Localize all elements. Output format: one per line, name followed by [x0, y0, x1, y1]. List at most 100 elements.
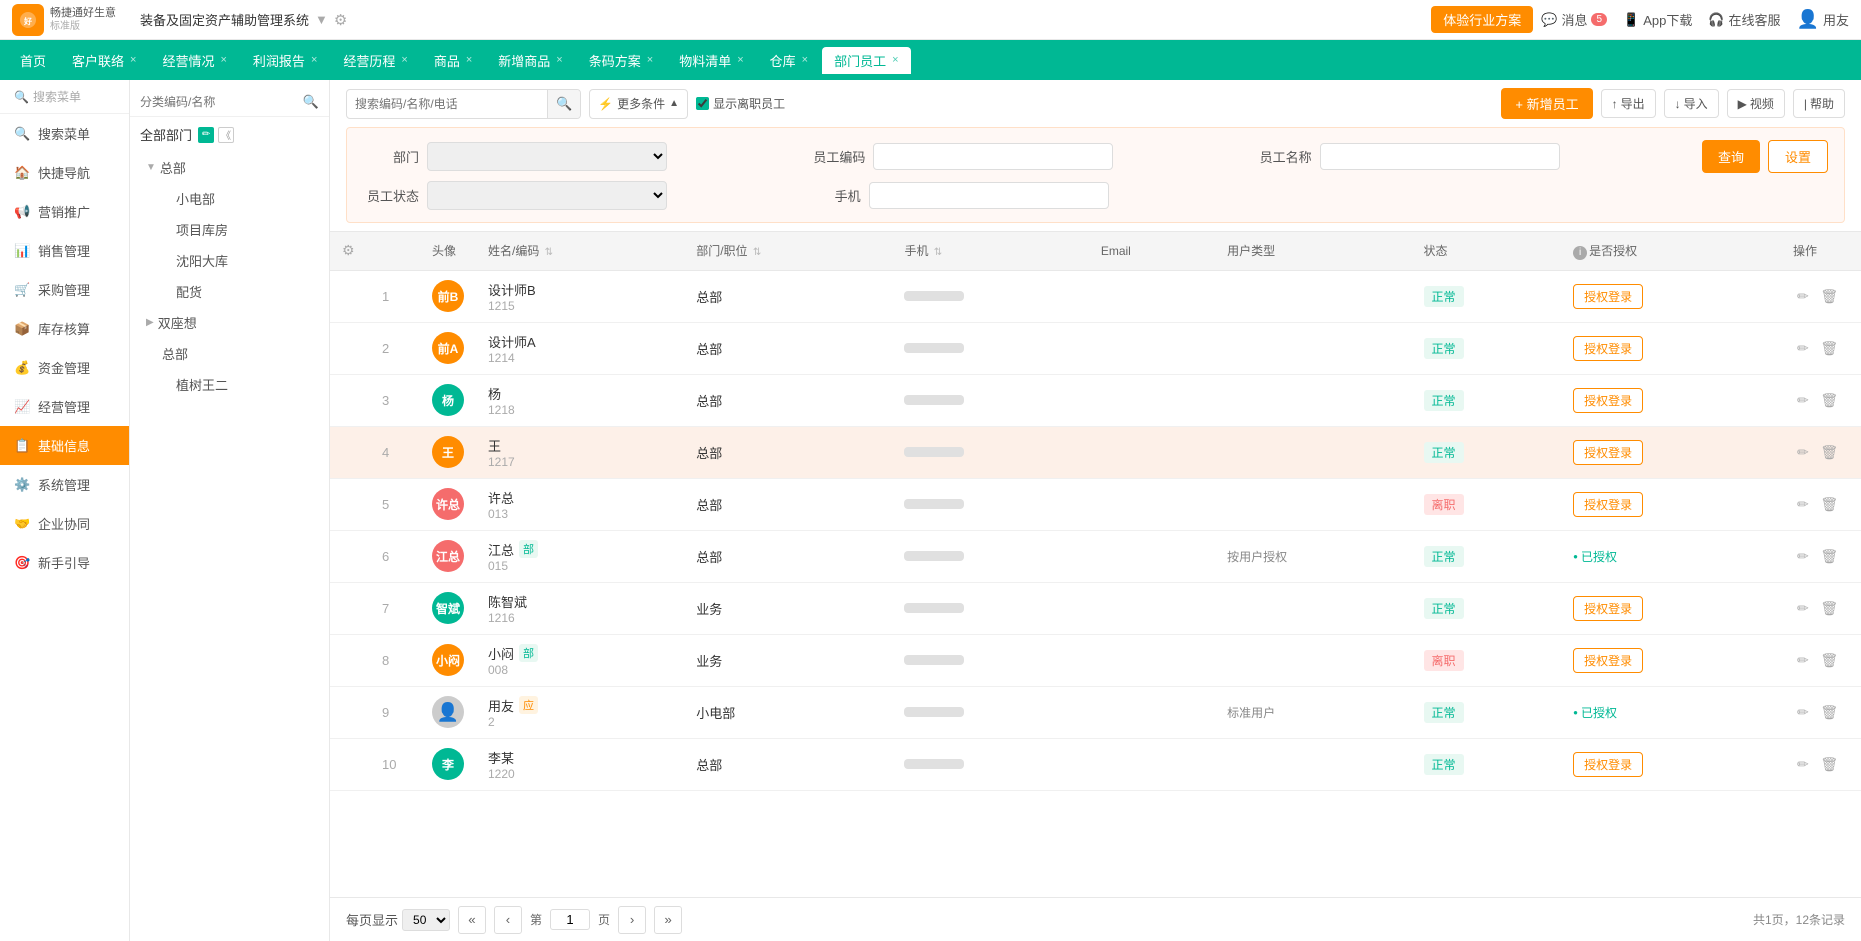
nav-tab-部门员工[interactable]: 部门员工× [822, 47, 910, 74]
edit-button[interactable]: ✏ [1793, 338, 1813, 359]
auth-button[interactable]: 授权登录 [1573, 388, 1643, 413]
page-input[interactable] [550, 909, 590, 930]
per-page-select[interactable]: 50 [402, 909, 450, 931]
auth-button[interactable]: 授权登录 [1573, 440, 1643, 465]
sidebar-item-企业协同[interactable]: 🤝企业协同 [0, 504, 129, 543]
prev-btn[interactable]: ‹ [494, 906, 522, 934]
nav-tab-商品[interactable]: 商品× [422, 47, 484, 74]
set-button[interactable]: 设置 [1768, 140, 1828, 173]
tree-search-input[interactable] [140, 95, 299, 109]
app-download-button[interactable]: 📱 App下载 [1623, 10, 1692, 29]
tab-close-icon[interactable]: × [220, 54, 226, 66]
phone-input[interactable] [869, 182, 1109, 209]
tab-close-icon[interactable]: × [466, 54, 472, 66]
view-button[interactable]: ▶ 视频 [1727, 89, 1785, 118]
tab-close-icon[interactable]: × [556, 54, 562, 66]
settings-col-icon[interactable]: ⚙ [342, 242, 355, 258]
nav-tab-首页[interactable]: 首页 [8, 47, 58, 74]
tree-search-icon[interactable]: 🔍 [303, 94, 319, 110]
nav-tab-客户联络[interactable]: 客户联络× [60, 47, 148, 74]
tree-node-项目库房[interactable]: 项目库房 [130, 214, 329, 245]
more-filter-btn[interactable]: ⚡ 更多条件 ▲ [589, 89, 688, 119]
nav-tab-利润报告[interactable]: 利润报告× [241, 47, 329, 74]
next-btn[interactable]: › [618, 906, 646, 934]
nav-tab-新增商品[interactable]: 新增商品× [486, 47, 574, 74]
edit-button[interactable]: ✏ [1793, 702, 1813, 723]
tab-close-icon[interactable]: × [892, 54, 898, 66]
tree-node-配货[interactable]: 配货 [130, 276, 329, 307]
sidebar-item-采购管理[interactable]: 🛒采购管理 [0, 270, 129, 309]
auth-button[interactable]: 授权登录 [1573, 284, 1643, 309]
tab-close-icon[interactable]: × [130, 54, 136, 66]
tree-node-总部[interactable]: ▼总部 [130, 152, 329, 183]
tab-close-icon[interactable]: × [311, 54, 317, 66]
help-button[interactable]: | 帮助 [1793, 89, 1845, 118]
edit-button[interactable]: ✏ [1793, 494, 1813, 515]
sidebar-item-系统管理[interactable]: ⚙️系统管理 [0, 465, 129, 504]
status-select[interactable] [427, 181, 667, 210]
sidebar-item-快捷导航[interactable]: 🏠快捷导航 [0, 153, 129, 192]
import-button[interactable]: ↓ 导入 [1664, 89, 1719, 118]
delete-button[interactable]: 🗑 [1816, 442, 1842, 463]
auth-button[interactable]: 授权登录 [1573, 752, 1643, 777]
tab-close-icon[interactable]: × [737, 54, 743, 66]
nav-tab-经营历程[interactable]: 经营历程× [331, 47, 419, 74]
edit-button[interactable]: ✏ [1793, 650, 1813, 671]
add-employee-button[interactable]: + 新增员工 [1501, 88, 1592, 119]
next-last-btn[interactable]: » [654, 906, 682, 934]
show-resigned-checkbox-label[interactable]: 显示离职员工 [696, 95, 785, 112]
tree-node-植树王二[interactable]: 植树王二 [130, 369, 329, 400]
edit-button[interactable]: ✏ [1793, 442, 1813, 463]
sidebar-item-经营管理[interactable]: 📈经营管理 [0, 387, 129, 426]
messages-button[interactable]: 💬 消息 5 [1541, 10, 1607, 29]
delete-button[interactable]: 🗑 [1816, 546, 1842, 567]
online-service-button[interactable]: 🎧 在线客服 [1708, 10, 1780, 29]
delete-button[interactable]: 🗑 [1816, 286, 1842, 307]
auth-button[interactable]: 授权登录 [1573, 336, 1643, 361]
delete-button[interactable]: 🗑 [1816, 338, 1842, 359]
edit-button[interactable]: ✏ [1793, 598, 1813, 619]
tab-close-icon[interactable]: × [802, 54, 808, 66]
edit-button[interactable]: ✏ [1793, 390, 1813, 411]
nav-tab-物料清单[interactable]: 物料清单× [667, 47, 755, 74]
dept-select[interactable] [427, 142, 667, 171]
col-dept[interactable]: 部门/职位 ⇅ [684, 232, 892, 270]
prev-first-btn[interactable]: « [458, 906, 486, 934]
edit-button[interactable]: ✏ [1793, 286, 1813, 307]
show-resigned-checkbox[interactable] [696, 97, 709, 110]
auth-button[interactable]: 授权登录 [1573, 648, 1643, 673]
tree-node-小电部[interactable]: 小电部 [130, 183, 329, 214]
export-button[interactable]: ↑ 导出 [1601, 89, 1656, 118]
sidebar-item-资金管理[interactable]: 💰资金管理 [0, 348, 129, 387]
col-phone[interactable]: 手机 ⇅ [892, 232, 1088, 270]
auth-button[interactable]: 授权登录 [1573, 596, 1643, 621]
delete-button[interactable]: 🗑 [1816, 598, 1842, 619]
search-button[interactable]: 🔍 [547, 90, 580, 118]
auth-button[interactable]: 授权登录 [1573, 492, 1643, 517]
tree-node-总部[interactable]: 总部 [130, 338, 329, 369]
sidebar-item-营销推广[interactable]: 📢营销推广 [0, 192, 129, 231]
search-input[interactable] [347, 97, 547, 111]
dropdown-arrow-icon[interactable]: ▼ [315, 12, 328, 27]
sidebar-item-库存核算[interactable]: 📦库存核算 [0, 309, 129, 348]
tree-node-双座想[interactable]: ▶双座想 [130, 307, 329, 338]
sidebar-item-基础信息[interactable]: 📋基础信息 [0, 426, 129, 465]
tab-close-icon[interactable]: × [401, 54, 407, 66]
code-input[interactable] [873, 143, 1113, 170]
nav-tab-经营情况[interactable]: 经营情况× [150, 47, 238, 74]
name-input[interactable] [1320, 143, 1560, 170]
query-button[interactable]: 查询 [1702, 140, 1760, 173]
nav-tab-条码方案[interactable]: 条码方案× [577, 47, 665, 74]
delete-button[interactable]: 🗑 [1816, 650, 1842, 671]
sidebar-item-新手引导[interactable]: 🎯新手引导 [0, 543, 129, 582]
delete-button[interactable]: 🗑 [1816, 702, 1842, 723]
sidebar-search[interactable]: 🔍 搜索菜单 [0, 80, 129, 114]
nav-tab-仓库[interactable]: 仓库× [758, 47, 820, 74]
col-name[interactable]: 姓名/编码 ⇅ [476, 232, 684, 270]
delete-button[interactable]: 🗑 [1816, 754, 1842, 775]
user-menu[interactable]: 👤 用友 [1797, 9, 1849, 30]
edit-button[interactable]: ✏ [1793, 754, 1813, 775]
sidebar-item-搜索菜单[interactable]: 🔍搜索菜单 [0, 114, 129, 153]
trial-button[interactable]: 体验行业方案 [1431, 6, 1533, 33]
tree-node-沈阳大库[interactable]: 沈阳大库 [130, 245, 329, 276]
